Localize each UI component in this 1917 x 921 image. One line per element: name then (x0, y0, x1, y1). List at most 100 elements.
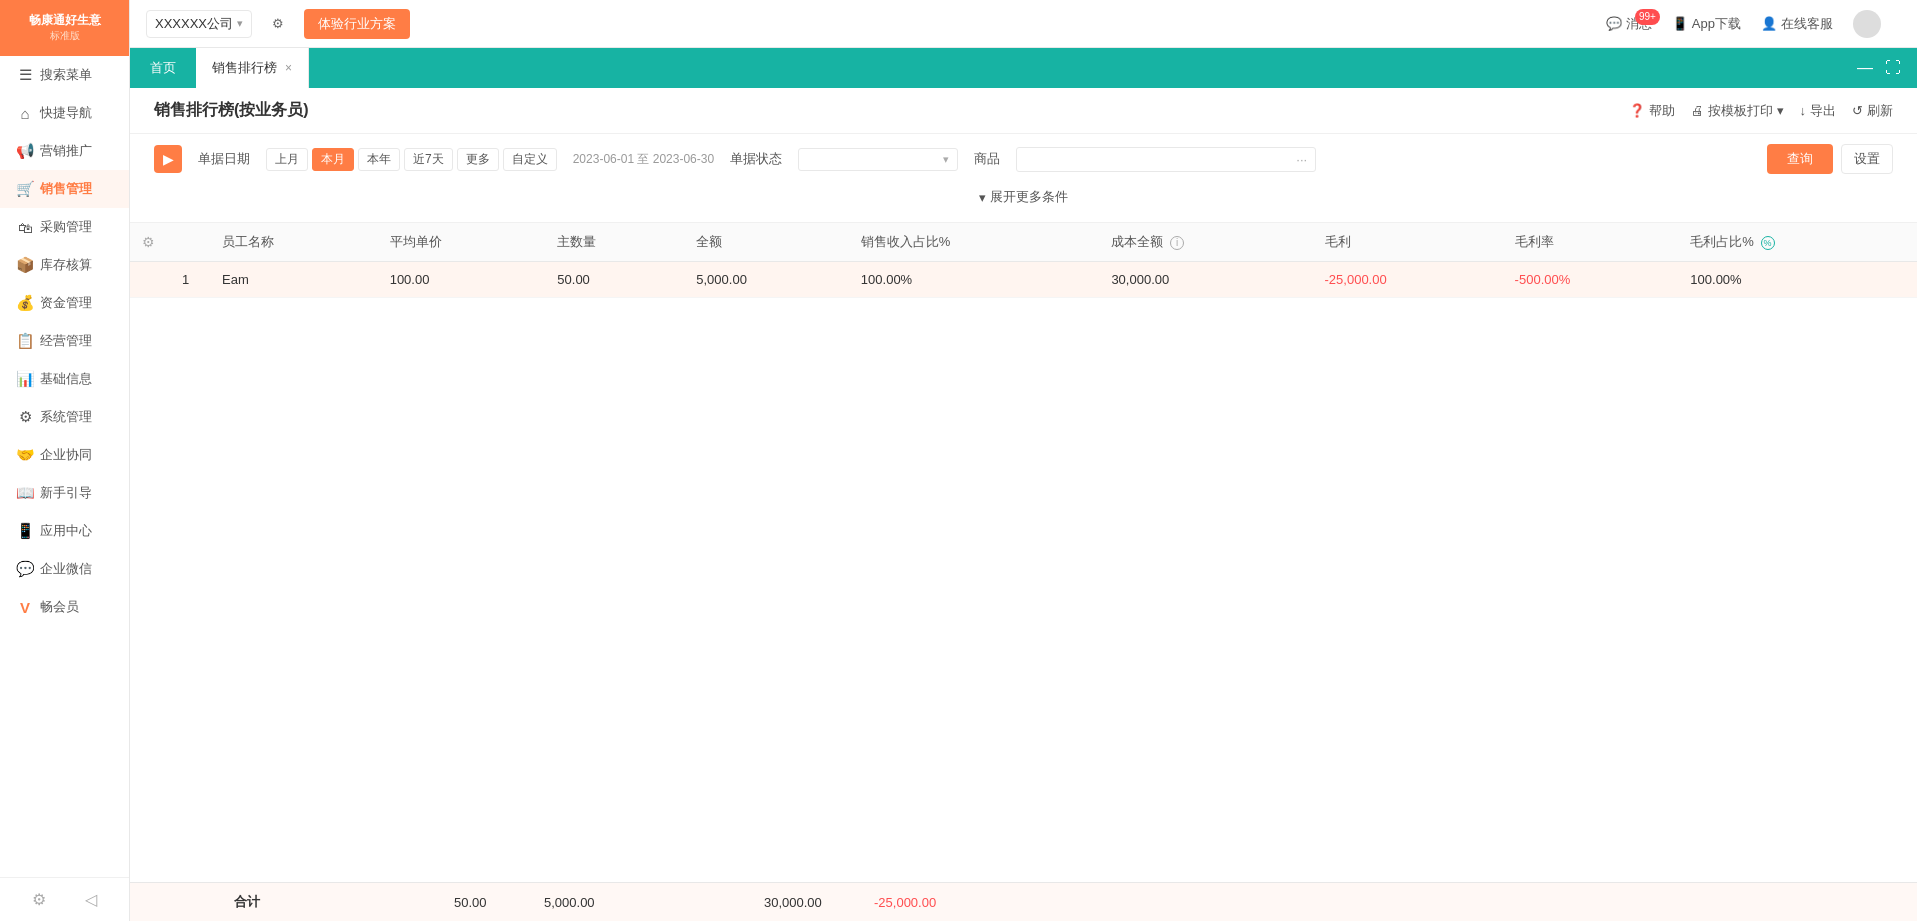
date-btn-custom[interactable]: 自定义 (503, 148, 557, 171)
col-settings-icon[interactable]: ⚙ (142, 234, 155, 250)
avatar[interactable] (1853, 10, 1881, 38)
maximize-icon[interactable]: ⛶ (1885, 59, 1901, 77)
footer-gross: -25,000.00 (862, 895, 962, 910)
table-row: 1 Eam 100.00 50.00 5,000.00 100.00% 30,0… (130, 262, 1917, 298)
col-cost-amount: 成本全额 i (1099, 223, 1312, 262)
logo-text: 畅康通好生意 (29, 13, 101, 29)
settings-button[interactable]: ⚙ (264, 10, 292, 38)
status-chevron-icon: ▾ (943, 153, 949, 166)
date-btn-last-month[interactable]: 上月 (266, 148, 308, 171)
status-select[interactable]: ▾ (798, 148, 958, 171)
status-label: 单据状态 (730, 150, 782, 168)
sidebar-item-sales[interactable]: 🛒 销售管理 (0, 170, 129, 208)
sidebar-label: 销售管理 (40, 180, 92, 198)
row-gross-pct: 100.00% (1678, 262, 1917, 298)
collapse-icon[interactable]: ◁ (85, 890, 97, 909)
sidebar-item-enterprise[interactable]: 🤝 企业协同 (0, 436, 129, 474)
topbar-right: 💬 消息 99+ 📱 App下载 👤 在线客服 (1606, 10, 1901, 38)
col-settings: ⚙ (130, 223, 170, 262)
sidebar-item-inventory[interactable]: 📦 库存核算 (0, 246, 129, 284)
sidebar-item-search-order[interactable]: ☰ 搜索菜单 (0, 56, 129, 94)
member-icon: V (16, 599, 34, 616)
row-gross-rate: -500.00% (1503, 262, 1679, 298)
help-icon: ❓ (1629, 103, 1645, 118)
col-main-qty: 主数量 (545, 223, 684, 262)
cost-info-icon[interactable]: i (1170, 236, 1184, 250)
company-name: XXXXXX公司 (155, 15, 233, 33)
system-icon: ⚙ (16, 408, 34, 426)
tab-active-label: 销售排行榜 (212, 59, 277, 77)
table-header-row: ⚙ 员工名称 平均单价 主数量 全额 销售收入占比% 成本全额 i 毛利 (130, 223, 1917, 262)
refresh-button[interactable]: ↺ 刷新 (1852, 102, 1893, 120)
footer-amount: 5,000.00 (532, 895, 632, 910)
settings-btn[interactable]: 设置 (1841, 144, 1893, 174)
sidebar-label: 采购管理 (40, 218, 92, 236)
sidebar-item-app-center[interactable]: 📱 应用中心 (0, 512, 129, 550)
message-button[interactable]: 💬 消息 99+ (1606, 15, 1652, 33)
wechat-icon: 💬 (16, 560, 34, 578)
home-icon: ⌂ (16, 105, 34, 122)
table-footer: 合计 50.00 5,000.00 30,000.00 -25,000.00 (130, 882, 1917, 921)
tab-home[interactable]: 首页 (130, 48, 196, 88)
app-download-label: App下载 (1692, 15, 1741, 33)
help-button[interactable]: ❓ 帮助 (1629, 102, 1675, 120)
sidebar-item-operation[interactable]: 📋 经营管理 (0, 322, 129, 360)
print-label: 按模板打印 (1708, 102, 1773, 120)
chevron-down-icon: ▾ (237, 17, 243, 30)
tab-window-controls: — ⛶ (1841, 59, 1917, 77)
date-btn-this-year[interactable]: 本年 (358, 148, 400, 171)
settings-bottom-icon[interactable]: ⚙ (32, 890, 46, 909)
sidebar-label: 营销推广 (40, 142, 92, 160)
finance-icon: 💰 (16, 294, 34, 312)
sidebar-item-basic-info[interactable]: 📊 基础信息 (0, 360, 129, 398)
sidebar-item-guide[interactable]: 📖 新手引导 (0, 474, 129, 512)
operation-icon: 📋 (16, 332, 34, 350)
sidebar-label: 新手引导 (40, 484, 92, 502)
sidebar-label: 畅会员 (40, 598, 79, 616)
sidebar-item-member[interactable]: V 畅会员 (0, 588, 129, 626)
sidebar-item-purchase[interactable]: 🛍 采购管理 (0, 208, 129, 246)
expand-conditions-button[interactable]: ▾ 展开更多条件 (979, 182, 1068, 212)
tab-sales-ranking[interactable]: 销售排行榜 × (196, 48, 309, 88)
minimize-icon[interactable]: — (1857, 59, 1873, 77)
col-gross: 毛利 (1313, 223, 1503, 262)
col-gross-pct: 毛利占比% % (1678, 223, 1917, 262)
trial-button[interactable]: 体验行业方案 (304, 9, 410, 39)
company-selector[interactable]: XXXXXX公司 ▾ (146, 10, 252, 38)
row-sales-pct: 100.00% (849, 262, 1100, 298)
expand-label: 展开更多条件 (990, 188, 1068, 206)
table-container: ⚙ 员工名称 平均单价 主数量 全额 销售收入占比% 成本全额 i 毛利 (130, 223, 1917, 882)
inventory-icon: 📦 (16, 256, 34, 274)
export-label: 导出 (1810, 102, 1836, 120)
goods-select[interactable]: ··· (1016, 147, 1316, 172)
sidebar-item-quick-nav[interactable]: ⌂ 快捷导航 (0, 94, 129, 132)
filter-action-buttons: 查询 设置 (1767, 144, 1893, 174)
app-download-button[interactable]: 📱 App下载 (1672, 15, 1741, 33)
tab-close-icon[interactable]: × (285, 61, 292, 75)
help-label: 帮助 (1649, 102, 1675, 120)
sidebar-label: 企业微信 (40, 560, 92, 578)
filter-row-1: ▶ 单据日期 上月 本月 本年 近7天 更多 自定义 2023-06-01 至 … (154, 144, 1893, 174)
filter-collapse-btn[interactable]: ▶ (154, 145, 182, 173)
sidebar-item-finance[interactable]: 💰 资金管理 (0, 284, 129, 322)
query-button[interactable]: 查询 (1767, 144, 1833, 174)
export-button[interactable]: ↓ 导出 (1800, 102, 1837, 120)
topbar: XXXXXX公司 ▾ ⚙ 体验行业方案 💬 消息 99+ 📱 App下载 👤 在… (130, 0, 1917, 48)
sidebar-label: 搜索菜单 (40, 66, 92, 84)
date-btn-more[interactable]: 更多 (457, 148, 499, 171)
tab-home-label: 首页 (150, 59, 176, 77)
date-btn-this-month[interactable]: 本月 (312, 148, 354, 171)
sidebar-label: 快捷导航 (40, 104, 92, 122)
sidebar-item-marketing[interactable]: 📢 营销推广 (0, 132, 129, 170)
refresh-icon: ↺ (1852, 103, 1863, 118)
online-service-button[interactable]: 👤 在线客服 (1761, 15, 1833, 33)
sidebar-item-wechat[interactable]: 💬 企业微信 (0, 550, 129, 588)
row-settings (130, 262, 170, 298)
print-button[interactable]: 🖨 按模板打印 ▾ (1691, 102, 1784, 120)
gross-pct-icon[interactable]: % (1761, 236, 1775, 250)
sidebar-item-system[interactable]: ⚙ 系统管理 (0, 398, 129, 436)
footer-cost-amount: 30,000.00 (752, 895, 862, 910)
goods-more-icon: ··· (1296, 152, 1307, 167)
date-btn-7days[interactable]: 近7天 (404, 148, 453, 171)
sidebar-label: 企业协同 (40, 446, 92, 464)
